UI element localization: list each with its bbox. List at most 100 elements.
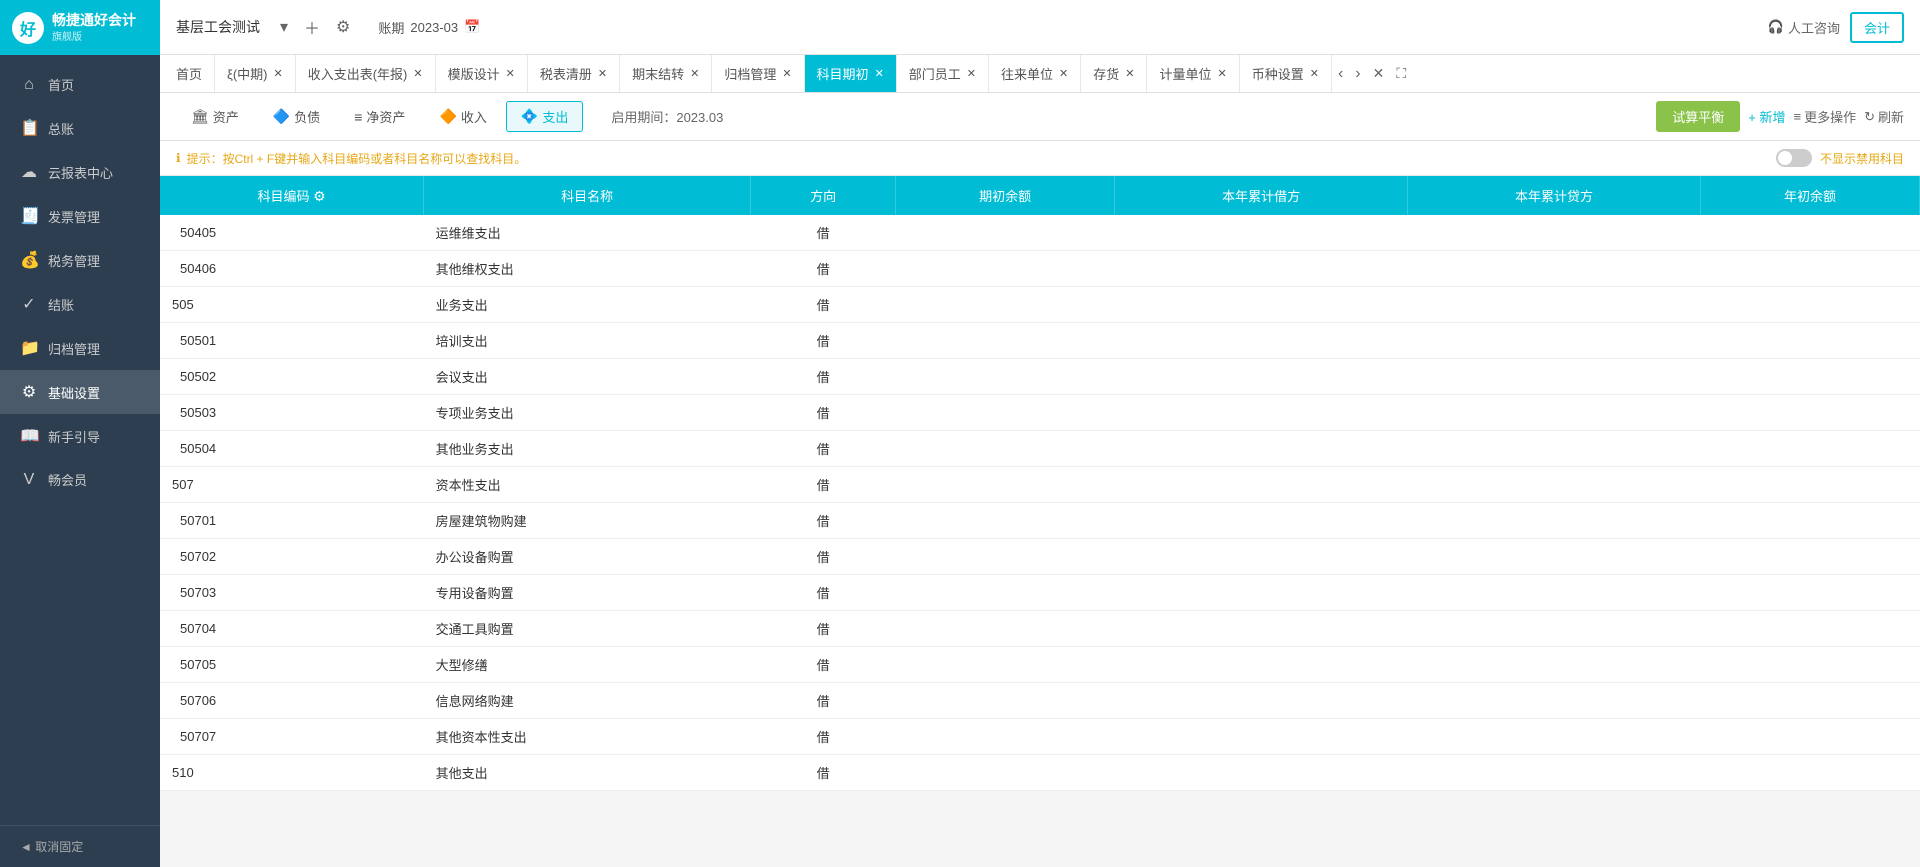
tab-close-3[interactable]: ✕ <box>506 67 515 80</box>
tab-9[interactable]: 往来单位✕ <box>989 55 1081 93</box>
table-row[interactable]: 507 资本性支出 借 <box>160 467 1920 503</box>
sidebar-item-reports[interactable]: ☁云报表中心 <box>0 150 160 194</box>
tab-7[interactable]: 科目期初✕ <box>805 55 897 93</box>
table-row[interactable]: 50504 其他业务支出 借 <box>160 431 1920 467</box>
cell-opening-15 <box>896 755 1115 791</box>
tab-2[interactable]: 收入支出表(年报)✕ <box>296 55 436 93</box>
tab-close-6[interactable]: ✕ <box>782 67 791 80</box>
tab-close-7[interactable]: ✕ <box>875 67 884 80</box>
cell-name-11: 交通工具购置 <box>424 611 751 647</box>
table-row[interactable]: 50706 信息网络购建 借 <box>160 683 1920 719</box>
subtab-label-0: 资产 <box>213 107 239 126</box>
tab-close-8[interactable]: ✕ <box>967 67 976 80</box>
tab-close-5[interactable]: ✕ <box>690 67 699 80</box>
sidebar-item-closing[interactable]: ✓结账 <box>0 282 160 326</box>
tab-close-12[interactable]: ✕ <box>1310 67 1319 80</box>
sidebar-item-ledger[interactable]: 📋总账 <box>0 106 160 150</box>
table-header-row: 科目编码 ⚙ 科目名称 方向 期初余额 本年累计借方 本年累计贷方 年初余额 <box>160 176 1920 215</box>
nav-icon-archive: 📁 <box>20 338 38 358</box>
cell-dir-13: 借 <box>751 683 896 719</box>
tab-close-4[interactable]: ✕ <box>598 67 607 80</box>
table-row[interactable]: 50501 培训支出 借 <box>160 323 1920 359</box>
tip-bar: ℹ 提示：按Ctrl + F键并输入科目编码或者科目名称可以查找科目。 不显示禁… <box>160 141 1920 176</box>
cell-opening-6 <box>896 431 1115 467</box>
tab-6[interactable]: 归档管理✕ <box>712 55 804 93</box>
help-btn[interactable]: 🎧 人工咨询 <box>1768 18 1840 37</box>
sidebar-item-guide[interactable]: 📖新手引导 <box>0 414 160 458</box>
table-row[interactable]: 50503 专项业务支出 借 <box>160 395 1920 431</box>
tab-close-11[interactable]: ✕ <box>1218 67 1227 80</box>
col-code: 科目编码 ⚙ <box>160 176 424 215</box>
tab-label-8: 部门员工 <box>909 64 961 83</box>
table-row[interactable]: 50703 专用设备购置 借 <box>160 575 1920 611</box>
col-opening: 期初余额 <box>896 176 1115 215</box>
tab-4[interactable]: 税表清册 ✕ <box>528 55 620 93</box>
table-row[interactable]: 505 业务支出 借 <box>160 287 1920 323</box>
table-row[interactable]: 50406 其他维权支出 借 <box>160 251 1920 287</box>
table-row[interactable]: 510 其他支出 借 <box>160 755 1920 791</box>
table-row[interactable]: 50405 运维维支出 借 <box>160 215 1920 251</box>
subtab-资产[interactable]: 🏛资产 <box>176 101 254 132</box>
col-year-opening: 年初余额 <box>1700 176 1919 215</box>
more-btn[interactable]: ≡ 更多操作 <box>1793 107 1856 126</box>
sidebar-footer[interactable]: ◄ 取消固定 <box>0 825 160 867</box>
tab-close-10[interactable]: ✕ <box>1125 67 1134 80</box>
tab-close-all-btn[interactable]: ✕ <box>1367 65 1391 82</box>
tab-next-btn[interactable]: › <box>1349 65 1366 83</box>
company-dropdown-btn[interactable]: ▾ <box>276 13 292 41</box>
table-row[interactable]: 50705 大型修缮 借 <box>160 647 1920 683</box>
sidebar-item-settings[interactable]: ⚙基础设置 <box>0 370 160 414</box>
table-row[interactable]: 50702 办公设备购置 借 <box>160 539 1920 575</box>
calendar-icon[interactable]: 📅 <box>464 19 480 35</box>
table-row[interactable]: 50707 其他资本性支出 借 <box>160 719 1920 755</box>
sidebar-item-home[interactable]: ⌂首页 <box>0 63 160 106</box>
settings-btn[interactable]: ⚙ <box>332 13 354 41</box>
sidebar-item-member[interactable]: V畅会员 <box>0 458 160 501</box>
tab-12[interactable]: 币种设置✕ <box>1240 55 1332 93</box>
subtab-净资产[interactable]: ≡净资产 <box>339 101 420 132</box>
add-company-btn[interactable]: ＋ <box>300 11 324 43</box>
info-icon: ℹ <box>176 151 181 165</box>
cell-year-opening-2 <box>1700 287 1919 323</box>
account-btn[interactable]: 会计 <box>1850 12 1904 43</box>
table-wrap[interactable]: 科目编码 ⚙ 科目名称 方向 期初余额 本年累计借方 本年累计贷方 年初余额 5… <box>160 176 1920 867</box>
period-info: 账期 2023-03 📅 <box>378 18 480 37</box>
tab-close-1[interactable]: ✕ <box>274 67 283 80</box>
sidebar-item-tax[interactable]: 💰税务管理 <box>0 238 160 282</box>
period-value: 2023-03 <box>410 20 458 35</box>
sidebar-nav: ⌂首页📋总账☁云报表中心🧾发票管理💰税务管理✓结账📁归档管理⚙基础设置📖新手引导… <box>0 55 160 825</box>
tab-5[interactable]: 期末结转✕ <box>620 55 712 93</box>
tab-10[interactable]: 存货✕ <box>1081 55 1147 93</box>
sidebar-item-archive[interactable]: 📁归档管理 <box>0 326 160 370</box>
cell-code-4: 50502 <box>160 359 424 395</box>
table-row[interactable]: 50701 房屋建筑物购建 借 <box>160 503 1920 539</box>
table-row[interactable]: 50502 会议支出 借 <box>160 359 1920 395</box>
refresh-btn[interactable]: ↻ 刷新 <box>1864 107 1904 126</box>
add-btn[interactable]: + 新增 <box>1748 107 1785 126</box>
subtab-支出[interactable]: 💠支出 <box>506 101 583 132</box>
content-area: 🏛资产🔷负债≡净资产🔶收入💠支出启用期间：2023.03 试算平衡 + 新增 ≡… <box>160 93 1920 867</box>
subtab-收入[interactable]: 🔶收入 <box>424 101 501 132</box>
cell-year-opening-8 <box>1700 503 1919 539</box>
table-row[interactable]: 50704 交通工具购置 借 <box>160 611 1920 647</box>
calc-balance-btn[interactable]: 试算平衡 <box>1656 101 1740 132</box>
disable-toggle[interactable] <box>1776 149 1812 167</box>
cell-year-opening-13 <box>1700 683 1919 719</box>
cell-year-opening-6 <box>1700 431 1919 467</box>
nav-icon-reports: ☁ <box>20 162 38 182</box>
tab-11[interactable]: 计量单位✕ <box>1147 55 1239 93</box>
tab-prev-btn[interactable]: ‹ <box>1332 65 1349 83</box>
tab-8[interactable]: 部门员工 ✕ <box>897 55 989 93</box>
subtab-负债[interactable]: 🔷负债 <box>258 101 335 132</box>
tab-expand-btn[interactable]: ⛶ <box>1390 65 1412 82</box>
tab-0[interactable]: 首页 <box>164 55 215 93</box>
col-settings-icon[interactable]: ⚙ <box>313 188 326 204</box>
tab-close-2[interactable]: ✕ <box>413 67 422 80</box>
sidebar-item-invoice[interactable]: 🧾发票管理 <box>0 194 160 238</box>
tab-close-9[interactable]: ✕ <box>1059 67 1068 80</box>
tab-3[interactable]: 模版设计✕ <box>436 55 528 93</box>
tab-1[interactable]: ξ(中期)✕ <box>215 55 296 93</box>
cell-dir-0: 借 <box>751 215 896 251</box>
tab-label-4: 税表清册 <box>540 64 592 83</box>
cell-year-opening-3 <box>1700 323 1919 359</box>
